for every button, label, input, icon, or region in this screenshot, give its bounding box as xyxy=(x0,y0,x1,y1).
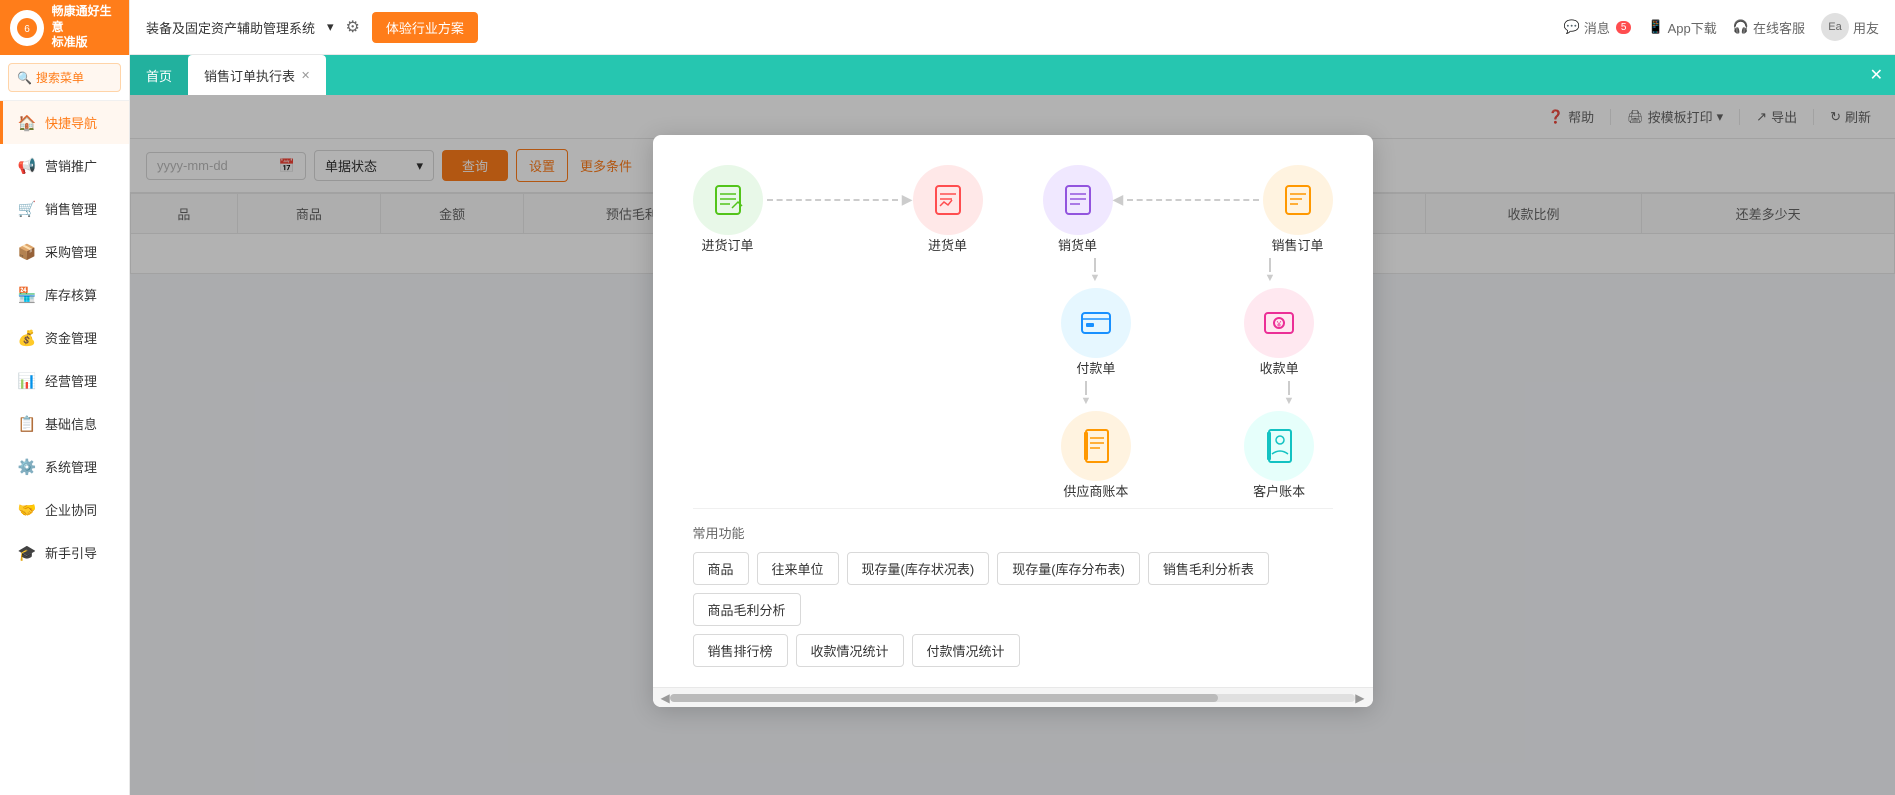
system-title: 装备及固定资产辅助管理系统 xyxy=(146,18,315,37)
content-area: ❓ 帮助 🖨 按模板打印 ▾ ↗ 导出 xyxy=(130,95,1895,795)
basic-info-icon: 📋 xyxy=(17,415,37,433)
sidebar-item-sales[interactable]: 🛒 销售管理 xyxy=(0,187,129,230)
service-icon: 🎧 xyxy=(1733,19,1749,35)
sidebar-item-basic-info[interactable]: 📋 基础信息 xyxy=(0,402,129,445)
sidebar-item-inventory[interactable]: 🏪 库存核算 xyxy=(0,273,129,316)
func-btn-stock-status[interactable]: 现存量(库存状况表) xyxy=(847,552,990,585)
sidebar-item-quick-nav[interactable]: 🏠 快捷导航 xyxy=(0,101,129,144)
scrollbar-track[interactable] xyxy=(670,694,1356,702)
search-menu-button[interactable]: 🔍 搜索菜单 xyxy=(8,63,121,92)
sidebar-search-area: 🔍 搜索菜单 xyxy=(0,55,129,101)
flow-top-section: 进货订单 ▶ xyxy=(693,165,1333,500)
svg-text:6: 6 xyxy=(24,24,30,35)
sales-bill-label: 销货单 xyxy=(1058,235,1097,254)
purchase-order-icon xyxy=(693,165,763,235)
home-icon: 🏠 xyxy=(17,114,37,132)
purchase-icon: 📦 xyxy=(17,243,37,261)
finance-icon: 💰 xyxy=(17,329,37,347)
sidebar-item-enterprise[interactable]: 🤝 企业协同 xyxy=(0,488,129,531)
logo-icon: 6 xyxy=(10,10,44,46)
user-menu[interactable]: Ea 用友 xyxy=(1821,13,1879,41)
sidebar-item-marketing[interactable]: 📢 营销推广 xyxy=(0,144,129,187)
main-area: 装备及固定资产辅助管理系统 ▾ ⚙ 体验行业方案 💬 消息 5 📱 App下载 … xyxy=(130,0,1895,795)
receipt-bill-label: 收款单 xyxy=(1260,358,1299,377)
func-btn-receipt-stats[interactable]: 收款情况统计 xyxy=(796,634,904,667)
func-btn-sales-rank[interactable]: 销售排行榜 xyxy=(693,634,788,667)
sidebar: 6 畅康通好生意 标准版 🔍 搜索菜单 🏠 快捷导航 📢 营销推广 � xyxy=(0,0,130,795)
receipt-bill-icon: ¥ xyxy=(1244,288,1314,358)
topbar: 装备及固定资产辅助管理系统 ▾ ⚙ 体验行业方案 💬 消息 5 📱 App下载 … xyxy=(130,0,1895,55)
svg-text:¥: ¥ xyxy=(1276,320,1282,329)
sidebar-item-operations[interactable]: 📊 经营管理 xyxy=(0,359,129,402)
message-icon: 💬 xyxy=(1564,19,1580,35)
topbar-right: 💬 消息 5 📱 App下载 🎧 在线客服 Ea 用友 xyxy=(1564,13,1879,41)
tabbar: 首页 销售订单执行表 ✕ ✕ xyxy=(130,55,1895,95)
common-functions-section: 常用功能 商品 往来单位 现存量(库存状况表) 现存量(库存分布表) 销售毛利分… xyxy=(693,508,1333,667)
modal-scrollbar: ◀ ▶ xyxy=(653,687,1373,707)
logo-text: 畅康通好生意 标准版 xyxy=(52,4,119,51)
sales-bill-icon xyxy=(1043,165,1113,235)
customer-ledger-icon xyxy=(1244,411,1314,481)
supplier-ledger-icon xyxy=(1061,411,1131,481)
modal-dialog: 进货订单 ▶ xyxy=(653,135,1373,707)
tabbar-close-button[interactable]: ✕ xyxy=(1870,65,1883,85)
search-icon: 🔍 xyxy=(17,71,32,85)
marketing-icon: 📢 xyxy=(17,157,37,175)
download-icon: 📱 xyxy=(1647,19,1663,35)
func-btn-stock-dist[interactable]: 现存量(库存分布表) xyxy=(997,552,1140,585)
purchase-bill-label: 进货单 xyxy=(928,235,967,254)
online-service-button[interactable]: 🎧 在线客服 xyxy=(1733,18,1805,37)
settings-icon[interactable]: ⚙ xyxy=(346,17,360,37)
message-button[interactable]: 💬 消息 5 xyxy=(1564,18,1632,37)
scroll-left-icon[interactable]: ◀ xyxy=(661,691,670,705)
inventory-icon: 🏪 xyxy=(17,286,37,304)
customer-ledger-label: 客户账本 xyxy=(1253,481,1305,500)
tab-sales-order-exec[interactable]: 销售订单执行表 ✕ xyxy=(188,55,326,95)
sidebar-logo: 6 畅康通好生意 标准版 xyxy=(0,0,129,55)
tab-home[interactable]: 首页 xyxy=(130,55,188,95)
purchase-bill-icon xyxy=(913,165,983,235)
common-functions-title: 常用功能 xyxy=(693,523,1333,542)
sidebar-nav: 🏠 快捷导航 📢 营销推广 🛒 销售管理 📦 采购管理 🏪 库存核算 💰 xyxy=(0,101,129,795)
newbie-icon: 🎓 xyxy=(17,544,37,562)
supplier-ledger-label: 供应商账本 xyxy=(1063,481,1128,500)
experience-button[interactable]: 体验行业方案 xyxy=(372,12,478,43)
sidebar-item-finance[interactable]: 💰 资金管理 xyxy=(0,316,129,359)
operations-icon: 📊 xyxy=(17,372,37,390)
func-buttons-row-1: 商品 往来单位 现存量(库存状况表) 现存量(库存分布表) 销售毛利分析表 商品… xyxy=(693,552,1333,626)
sales-order-label: 销售订单 xyxy=(1271,235,1323,254)
chevron-down-icon: ▾ xyxy=(327,19,334,35)
sidebar-item-newbie[interactable]: 🎓 新手引导 xyxy=(0,531,129,574)
modal-body: 进货订单 ▶ xyxy=(653,135,1373,687)
system-icon: ⚙️ xyxy=(17,458,37,476)
func-btn-payment-stats[interactable]: 付款情况统计 xyxy=(912,634,1020,667)
enterprise-icon: 🤝 xyxy=(17,501,37,519)
sidebar-item-system[interactable]: ⚙️ 系统管理 xyxy=(0,445,129,488)
sidebar-item-purchase[interactable]: 📦 采购管理 xyxy=(0,230,129,273)
sales-icon: 🛒 xyxy=(17,200,37,218)
payment-bill-icon xyxy=(1061,288,1131,358)
func-btn-product-profit[interactable]: 商品毛利分析 xyxy=(693,593,801,626)
avatar: Ea xyxy=(1821,13,1849,41)
payment-bill-label: 付款单 xyxy=(1076,358,1115,377)
func-btn-sales-profit[interactable]: 销售毛利分析表 xyxy=(1148,552,1269,585)
app-download-button[interactable]: 📱 App下载 xyxy=(1647,18,1716,37)
system-dropdown[interactable]: ▾ xyxy=(327,19,334,35)
scrollbar-thumb xyxy=(670,694,1218,702)
purchase-order-label: 进货订单 xyxy=(701,235,753,254)
tab-close-icon[interactable]: ✕ xyxy=(301,69,310,82)
sales-order-icon xyxy=(1263,165,1333,235)
func-btn-product[interactable]: 商品 xyxy=(693,552,749,585)
scroll-right-icon[interactable]: ▶ xyxy=(1355,691,1364,705)
func-buttons-row-2: 销售排行榜 收款情况统计 付款情况统计 xyxy=(693,634,1333,667)
modal-overlay[interactable]: 进货订单 ▶ xyxy=(130,95,1895,795)
message-badge: 5 xyxy=(1616,21,1632,34)
func-btn-counterpart[interactable]: 往来单位 xyxy=(757,552,839,585)
